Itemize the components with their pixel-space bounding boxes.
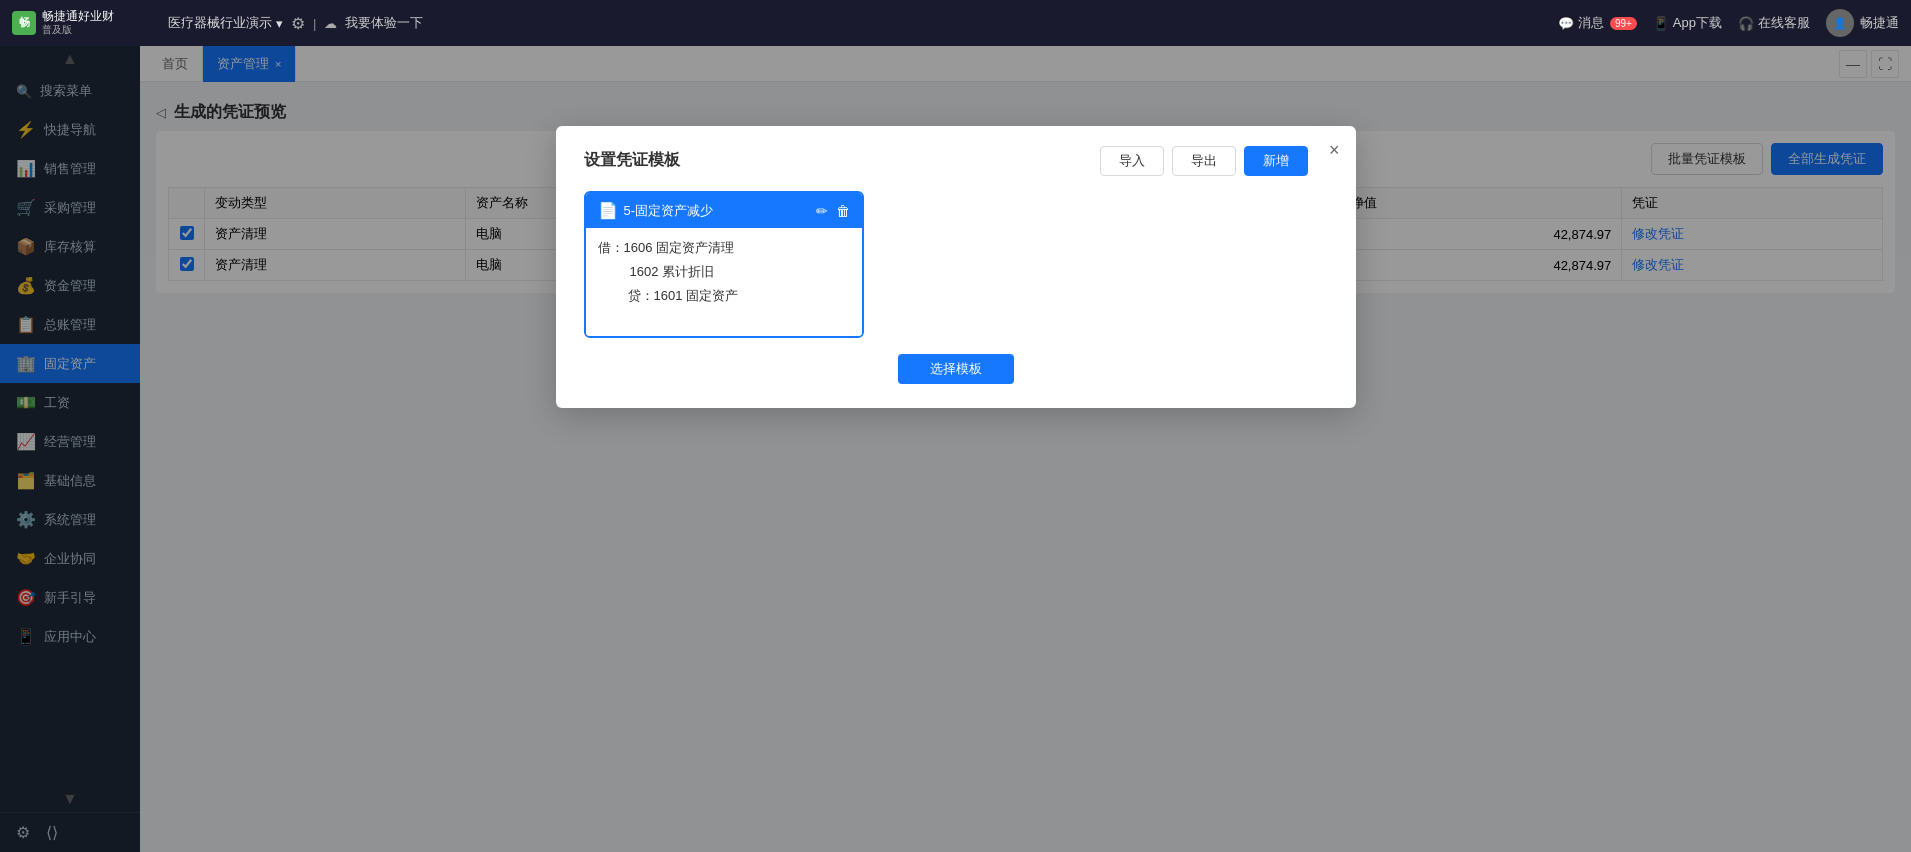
modal-close-btn[interactable]: ×	[1329, 140, 1340, 161]
chevron-down-icon: ▾	[276, 16, 283, 31]
phone-icon: 📱	[1653, 16, 1669, 31]
topbar-tools: 💬 消息 99+ 📱 App下载 🎧 在线客服 👤 畅捷通	[1558, 9, 1899, 37]
app-download-btn[interactable]: 📱 App下载	[1653, 14, 1722, 32]
template-entry-2: 1602 累计折旧	[598, 260, 850, 284]
company-name: 医疗器械行业演示	[168, 14, 272, 32]
app-version: 普及版	[42, 23, 114, 37]
template-card-body: 借：1606 固定资产清理 1602 累计折旧 贷：1601 固定资产	[586, 228, 862, 336]
avatar: 👤	[1826, 9, 1854, 37]
modal-toolbar: 导入 导出 新增	[1100, 146, 1308, 176]
messages-btn[interactable]: 💬 消息 99+	[1558, 14, 1637, 32]
logo-icon: 畅	[12, 11, 36, 35]
export-btn[interactable]: 导出	[1172, 146, 1236, 176]
experience-label[interactable]: 我要体验一下	[345, 14, 423, 32]
user-avatar-btn[interactable]: 👤 畅捷通	[1826, 9, 1899, 37]
select-template-container: 选择模板	[584, 354, 1328, 384]
template-entry-3: 贷：1601 固定资产	[598, 284, 850, 308]
message-icon: 💬	[1558, 16, 1574, 31]
headset-icon: 🎧	[1738, 16, 1754, 31]
voucher-template-modal: 设置凭证模板 × 导入 导出 新增 📄 5-固定资产减少 ✏ 🗑 借：1	[556, 126, 1356, 408]
delete-template-icon[interactable]: 🗑	[836, 203, 850, 219]
edit-template-icon[interactable]: ✏	[816, 203, 828, 219]
topbar: 畅 畅捷通好业财 普及版 医疗器械行业演示 ▾ ⚙ | ☁ 我要体验一下 💬 消…	[0, 0, 1911, 46]
template-card-actions: ✏ 🗑	[816, 203, 850, 219]
template-card: 📄 5-固定资产减少 ✏ 🗑 借：1606 固定资产清理 1602 累计折旧	[584, 191, 864, 338]
template-list: 📄 5-固定资产减少 ✏ 🗑 借：1606 固定资产清理 1602 累计折旧	[584, 191, 1328, 338]
modal-overlay: 设置凭证模板 × 导入 导出 新增 📄 5-固定资产减少 ✏ 🗑 借：1	[0, 46, 1911, 852]
topbar-center: 医疗器械行业演示 ▾ ⚙ | ☁ 我要体验一下	[152, 14, 1558, 33]
import-btn[interactable]: 导入	[1100, 146, 1164, 176]
template-card-title: 5-固定资产减少	[624, 202, 810, 220]
select-template-btn[interactable]: 选择模板	[898, 354, 1014, 384]
template-entry-1: 借：1606 固定资产清理	[598, 236, 850, 260]
settings-icon[interactable]: ⚙	[291, 14, 305, 33]
template-card-header: 📄 5-固定资产减少 ✏ 🗑	[586, 193, 862, 228]
new-template-btn[interactable]: 新增	[1244, 146, 1308, 176]
user-name: 畅捷通	[1860, 14, 1899, 32]
template-empty-row	[598, 308, 850, 328]
app-logo: 畅 畅捷通好业财 普及版	[12, 9, 152, 37]
online-service-btn[interactable]: 🎧 在线客服	[1738, 14, 1810, 32]
company-selector[interactable]: 医疗器械行业演示 ▾	[168, 14, 283, 32]
avatar-icon: 👤	[1833, 17, 1847, 30]
app-name: 畅捷通好业财	[42, 9, 114, 23]
doc-icon: 📄	[598, 201, 618, 220]
message-badge: 99+	[1610, 17, 1637, 30]
cloud-icon: ☁	[324, 16, 337, 31]
